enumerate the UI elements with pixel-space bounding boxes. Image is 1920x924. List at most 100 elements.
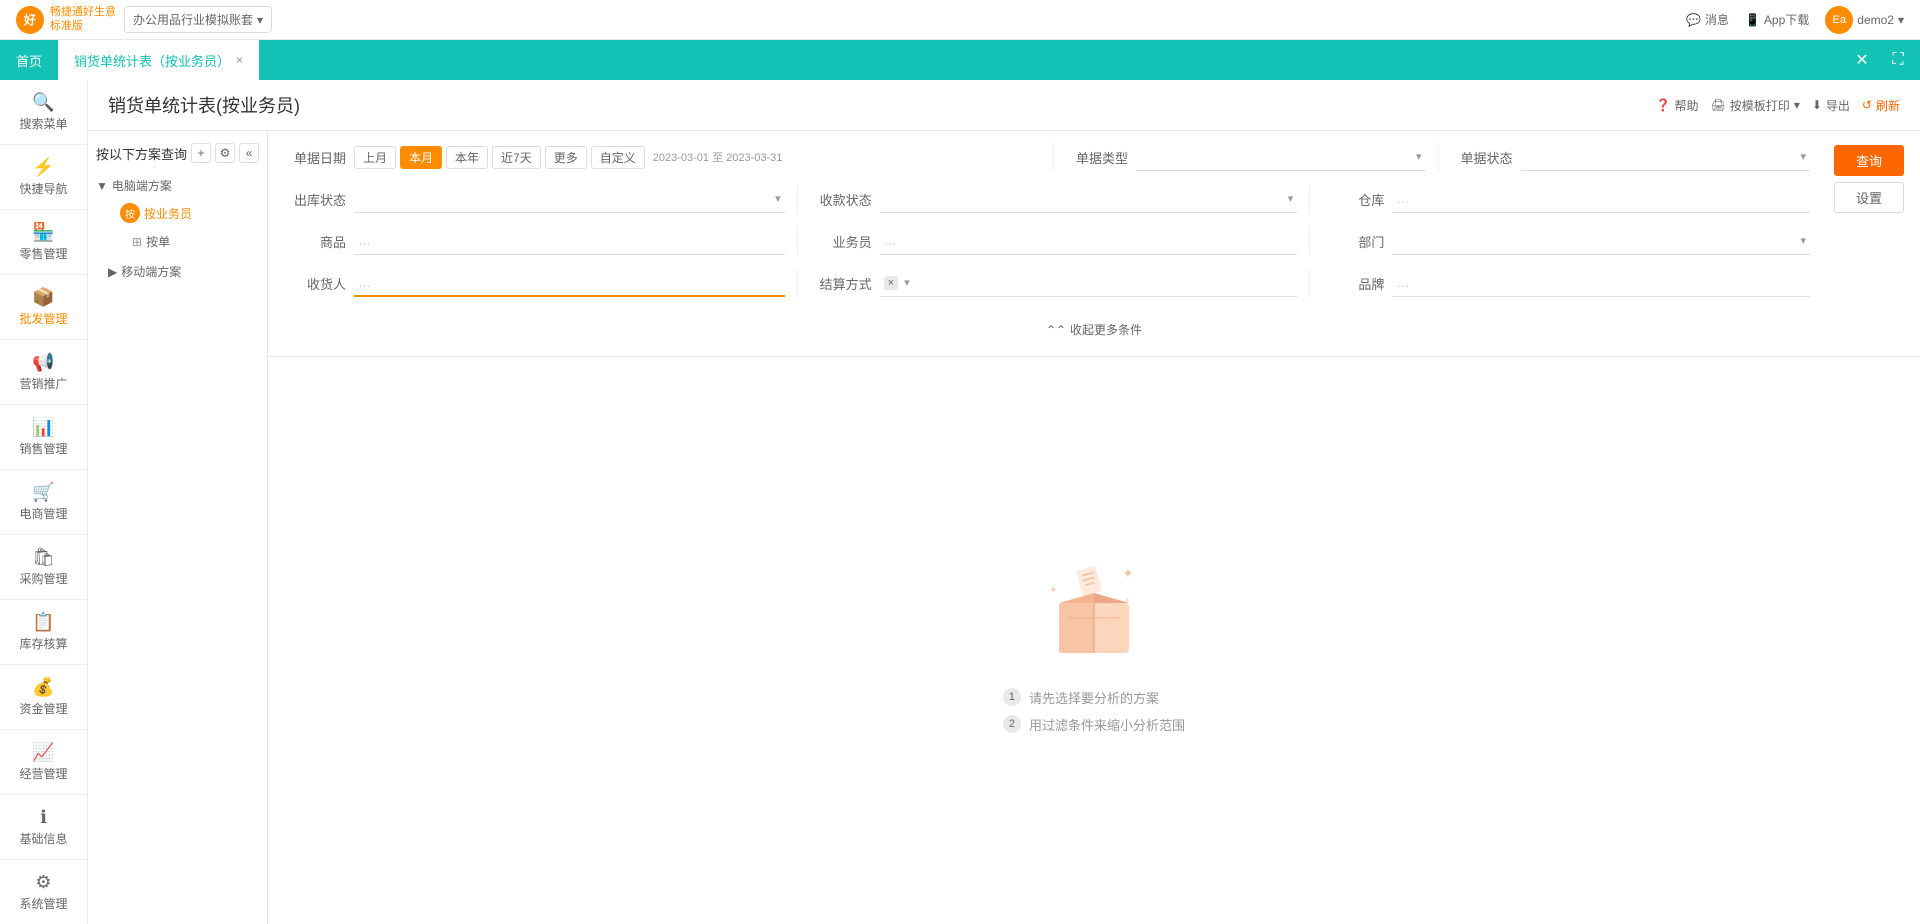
sidebar-ecommerce-label: 电商管理 xyxy=(8,505,79,522)
warehouse-select[interactable]: … xyxy=(1392,185,1810,213)
empty-tip-2: 2 用过滤条件来缩小分析范围 xyxy=(1003,715,1185,734)
sidebar-basic-info-label: 基础信息 xyxy=(8,830,79,847)
filter-fields: 单据日期 上月 本月 本年 近7天 更多 自定义 2023-03-01 至 20… xyxy=(284,143,1822,311)
receiver-placeholder: … xyxy=(358,275,781,290)
doc-status-select[interactable]: ▾ xyxy=(1521,143,1811,171)
query-button[interactable]: 查询 xyxy=(1834,145,1904,176)
marketing-icon: 📢 xyxy=(8,352,79,373)
receiver-select[interactable]: … xyxy=(354,269,785,297)
tab-home-label: 首页 xyxy=(16,51,42,70)
account-dropdown[interactable]: 办公用品行业模拟账套 ▾ xyxy=(124,6,272,33)
tab-close-window-button[interactable]: ✕ xyxy=(1848,46,1876,74)
tree-mobile-arrow-icon: ▶ xyxy=(108,265,117,279)
tab-maximize-button[interactable]: ⛶ xyxy=(1884,46,1912,74)
right-action-buttons: 查询 设置 xyxy=(1822,143,1904,213)
tab-home[interactable]: 首页 xyxy=(0,40,58,80)
refresh-button[interactable]: ↺ 刷新 xyxy=(1862,97,1900,114)
sidebar-item-retail[interactable]: 🏪 零售管理 xyxy=(0,210,87,275)
sidebar-item-quick-nav[interactable]: ⚡ 快捷导航 xyxy=(0,145,87,210)
receipt-status-arrow-icon: ▾ xyxy=(1288,192,1294,205)
print-label: 按模板打印 xyxy=(1730,97,1790,114)
date-btn-this-month[interactable]: 本月 xyxy=(400,146,442,169)
receipt-status-select[interactable]: ▾ xyxy=(880,185,1298,213)
doc-status-arrow-icon: ▾ xyxy=(1800,150,1806,163)
product-select[interactable]: … xyxy=(354,227,785,255)
dept-select[interactable]: ▾ xyxy=(1392,227,1810,255)
empty-tips: 1 请先选择要分析的方案 2 用过滤条件来缩小分析范围 xyxy=(1003,688,1185,734)
help-icon: ❓ xyxy=(1656,98,1671,112)
salesman-select[interactable]: … xyxy=(880,227,1298,255)
sidebar-item-sales[interactable]: 📊 销售管理 xyxy=(0,405,87,470)
date-btn-custom[interactable]: 自定义 xyxy=(591,146,645,169)
help-button[interactable]: ❓ 帮助 xyxy=(1656,97,1699,114)
panel-settings-button[interactable]: ⚙ xyxy=(215,143,235,163)
topbar: 好 畅捷通好生意 标准版 办公用品行业模拟账套 ▾ 💬 消息 📱 App下载 E… xyxy=(0,0,1920,40)
tip-text-2: 用过滤条件来缩小分析范围 xyxy=(1029,715,1185,734)
settle-select[interactable]: × ▾ xyxy=(880,269,1298,297)
sidebar-item-basic-info[interactable]: ℹ 基础信息 xyxy=(0,795,87,860)
main-panel: 单据日期 上月 本月 本年 近7天 更多 自定义 2023-03-01 至 20… xyxy=(268,131,1920,924)
date-filter-group: 单据日期 上月 本月 本年 近7天 更多 自定义 2023-03-01 至 20… xyxy=(284,146,1053,169)
receiver-label: 收货人 xyxy=(284,274,354,293)
tree-sub-item-order[interactable]: ⊞ 按单 xyxy=(96,228,259,255)
tree-mobile-root[interactable]: ▶ 移动端方案 xyxy=(96,259,259,284)
message-button[interactable]: 💬 消息 xyxy=(1686,11,1729,28)
brand-select[interactable]: … xyxy=(1392,269,1810,297)
tab-close-button[interactable]: × xyxy=(236,53,243,67)
retail-icon: 🏪 xyxy=(8,222,79,243)
date-label: 单据日期 xyxy=(284,148,354,167)
date-btn-this-year[interactable]: 本年 xyxy=(446,146,488,169)
settle-label: 结算方式 xyxy=(810,274,880,293)
sidebar-item-finance[interactable]: 💰 资金管理 xyxy=(0,665,87,730)
settings-button[interactable]: 设置 xyxy=(1834,182,1904,213)
panel-add-button[interactable]: + xyxy=(191,143,211,163)
topbar-left: 好 畅捷通好生意 标准版 办公用品行业模拟账套 ▾ xyxy=(16,6,272,34)
tree-mobile-label: 移动端方案 xyxy=(121,263,181,280)
svg-text:✦: ✦ xyxy=(1124,596,1131,605)
sidebar-item-inventory[interactable]: 📋 库存核算 xyxy=(0,600,87,665)
sidebar-item-marketing[interactable]: 📢 营销推广 xyxy=(0,340,87,405)
sidebar-item-wholesale[interactable]: 📦 批发管理 xyxy=(0,275,87,340)
user-menu[interactable]: Ea demo2 ▾ xyxy=(1825,6,1904,34)
app-download-button[interactable]: 📱 App下载 xyxy=(1745,11,1809,28)
export-button[interactable]: ⬇ 导出 xyxy=(1812,97,1850,114)
tabbar: 首页 销货单统计表（按业务员） × ✕ ⛶ xyxy=(0,40,1920,80)
print-icon: 🖨 xyxy=(1711,98,1726,112)
user-arrow-icon: ▾ xyxy=(1898,13,1904,27)
panel-collapse-button[interactable]: « xyxy=(239,143,259,163)
doc-type-select[interactable]: ▾ xyxy=(1136,143,1426,171)
brand-placeholder: … xyxy=(1396,275,1806,290)
date-btn-last-month[interactable]: 上月 xyxy=(354,146,396,169)
tab-active[interactable]: 销货单统计表（按业务员） × xyxy=(58,40,259,80)
quick-nav-icon: ⚡ xyxy=(8,157,79,178)
sidebar-item-management[interactable]: 📈 经营管理 xyxy=(0,730,87,795)
logo-area: 好 畅捷通好生意 标准版 xyxy=(16,6,116,34)
sidebar-item-search[interactable]: 🔍 搜索菜单 xyxy=(0,80,87,145)
collapse-button[interactable]: ⌃⌃ 收起更多条件 xyxy=(1040,315,1148,344)
sidebar-item-purchase[interactable]: 🛍 采购管理 xyxy=(0,535,87,600)
doc-status-label: 单据状态 xyxy=(1451,148,1521,167)
tree-desktop-root[interactable]: ▼ 电脑端方案 xyxy=(96,173,259,198)
export-icon: ⬇ xyxy=(1812,98,1822,112)
settle-clear-badge[interactable]: × xyxy=(884,276,898,290)
sidebar-quick-nav-label: 快捷导航 xyxy=(8,180,79,197)
print-button[interactable]: 🖨 按模板打印 ▾ xyxy=(1711,97,1800,114)
tip-number-2: 2 xyxy=(1003,715,1021,733)
dept-label: 部门 xyxy=(1322,232,1392,251)
sidebar: 🔍 搜索菜单 ⚡ 快捷导航 🏪 零售管理 📦 批发管理 📢 营销推广 📊 销售管… xyxy=(0,80,88,924)
print-arrow-icon: ▾ xyxy=(1794,98,1800,112)
sidebar-item-ecommerce[interactable]: 🛒 电商管理 xyxy=(0,470,87,535)
date-btn-7days[interactable]: 近7天 xyxy=(492,146,541,169)
left-panel: 按以下方案查询 + ⚙ « ▼ 电脑端方案 按 按业务员 xyxy=(88,131,268,924)
main-layout: 🔍 搜索菜单 ⚡ 快捷导航 🏪 零售管理 📦 批发管理 📢 营销推广 📊 销售管… xyxy=(0,80,1920,924)
filter-row-1: 单据日期 上月 本月 本年 近7天 更多 自定义 2023-03-01 至 20… xyxy=(284,143,1822,171)
tab-active-label: 销货单统计表（按业务员） xyxy=(74,51,230,70)
panel-title: 按以下方案查询 xyxy=(96,144,187,163)
sidebar-item-system[interactable]: ⚙ 系统管理 xyxy=(0,860,87,924)
tree-item-salesman[interactable]: 按 按业务员 xyxy=(96,198,259,228)
date-btn-more[interactable]: 更多 xyxy=(545,146,587,169)
empty-tip-1: 1 请先选择要分析的方案 xyxy=(1003,688,1185,707)
sidebar-inventory-label: 库存核算 xyxy=(8,635,79,652)
out-status-select[interactable]: ▾ xyxy=(354,185,785,213)
panel-icons: + ⚙ « xyxy=(191,143,259,163)
